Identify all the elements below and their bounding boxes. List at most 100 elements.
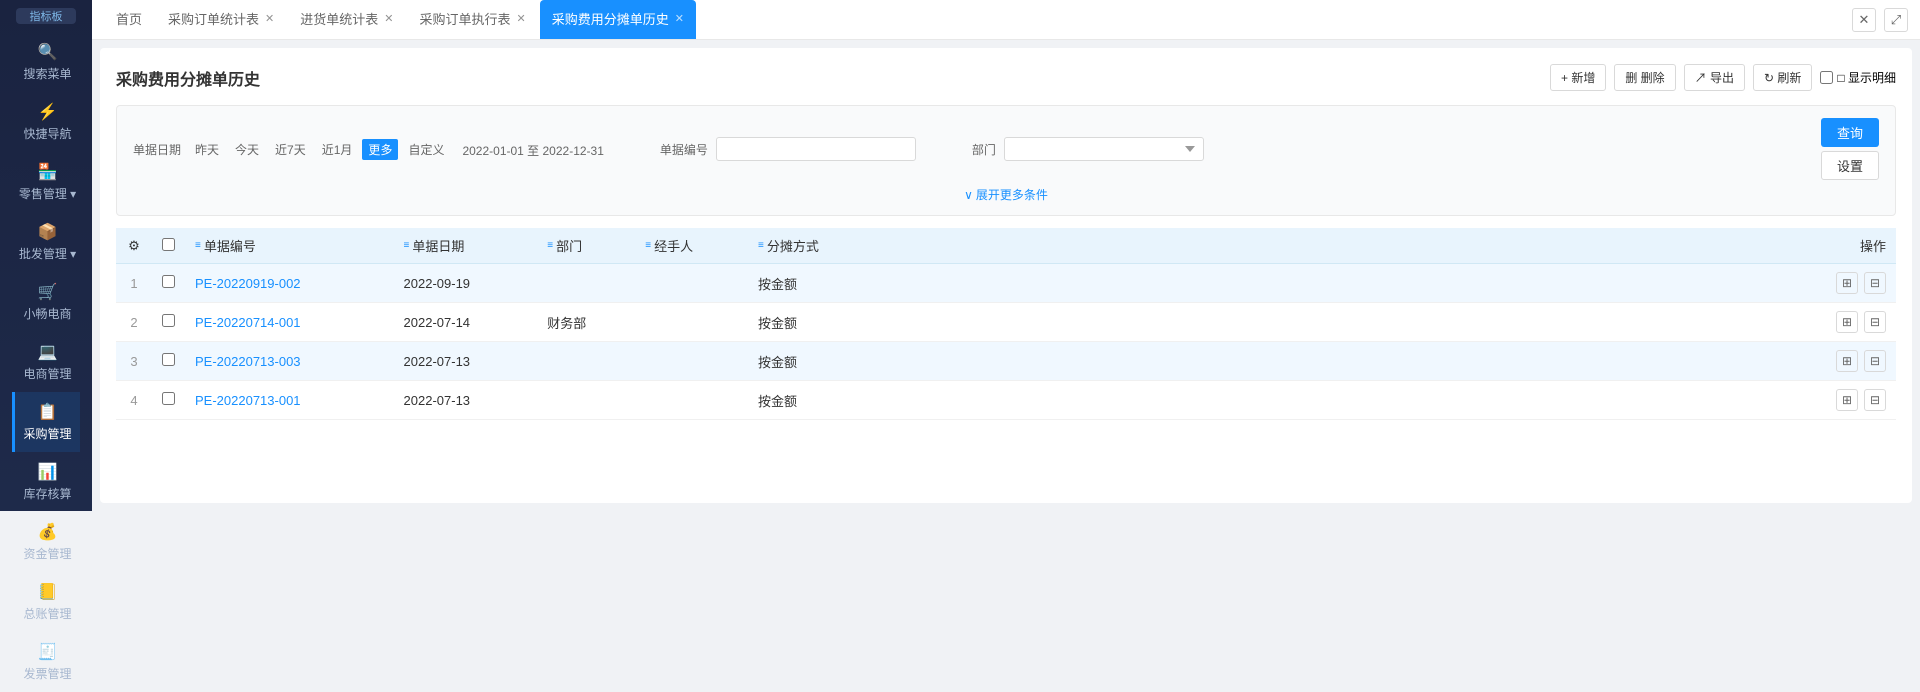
select-all-checkbox[interactable] <box>162 238 175 251</box>
row-edit-2[interactable]: ⊞ <box>1836 350 1858 372</box>
table-row: 1 PE-20220919-002 2022-09-19 按金额 ⊞ ⊟ <box>116 264 1896 303</box>
date-pill-today[interactable]: 今天 <box>229 139 265 160</box>
row-num: 2 <box>116 303 152 342</box>
sidebar-item-search[interactable]: 🔍 搜索菜单 <box>12 32 80 92</box>
sidebar-item-inventory[interactable]: 📊 库存核算 <box>12 452 80 512</box>
th-check <box>152 228 185 264</box>
row-checkbox-2[interactable] <box>162 353 175 366</box>
date-pill-7days[interactable]: 近7天 <box>269 139 312 160</box>
tab-cost-split-history[interactable]: 采购费用分摊单历史✕ <box>540 0 696 39</box>
row-more-0[interactable]: ⊟ <box>1864 272 1886 294</box>
sidebar-item-general-ledger[interactable]: 📒 总账管理 <box>12 572 80 632</box>
sidebar-item-label: 快捷导航 <box>23 125 71 142</box>
sidebar-item-quick-nav[interactable]: ⚡ 快捷导航 <box>12 92 80 152</box>
tab-purchase-summary[interactable]: 采购订单统计表✕ <box>156 0 286 39</box>
sidebar-item-invoice[interactable]: 🧾 发票管理 <box>12 632 80 692</box>
sidebar-item-label: 小畅电商 <box>23 305 71 322</box>
row-actions: ⊞ ⊟ <box>1816 381 1896 420</box>
ecommerce-icon: 💻 <box>38 342 58 362</box>
search-area: 单据日期 昨天 今天 近7天 近1月 更多 自定义 2022-01-01 至 2… <box>116 105 1896 216</box>
date-pill-more[interactable]: 更多 <box>362 139 398 160</box>
row-dept: 财务部 <box>537 303 635 342</box>
doc-no-link-1[interactable]: PE-20220714-001 <box>195 315 301 330</box>
close-tab-button[interactable]: ✕ <box>1852 8 1876 32</box>
add-button[interactable]: + 新增 <box>1550 64 1606 91</box>
tab-close-purchase-summary[interactable]: ✕ <box>265 12 274 25</box>
row-split-method: 按金额 <box>748 303 1816 342</box>
table-header: ⚙ ≡单据编号 ≡单据日期 ≡部门 <box>116 228 1896 264</box>
tab-home[interactable]: 首页 <box>104 0 154 39</box>
toolbar: + 新增 删 删除 ↗ 导出 ↻ 刷新 □ 显示明细 <box>1550 64 1896 91</box>
export-button[interactable]: ↗ 导出 <box>1684 64 1745 91</box>
doc-no-link-2[interactable]: PE-20220713-003 <box>195 354 301 369</box>
row-more-2[interactable]: ⊟ <box>1864 350 1886 372</box>
maximize-button[interactable]: ⤢ <box>1884 8 1908 32</box>
table-row: 3 PE-20220713-003 2022-07-13 按金额 ⊞ ⊟ <box>116 342 1896 381</box>
delete-button[interactable]: 删 删除 <box>1614 64 1675 91</box>
row-check <box>152 381 185 420</box>
settings-button[interactable]: 设置 <box>1821 151 1879 180</box>
expand-conditions-button[interactable]: ∨ 展开更多条件 <box>964 186 1048 203</box>
sidebar-item-label: 发票管理 <box>23 665 71 682</box>
sidebar-item-purchase[interactable]: 📋 采购管理 <box>12 392 80 452</box>
row-dept <box>537 342 635 381</box>
th-gear[interactable]: ⚙ <box>116 228 152 264</box>
th-doc-no[interactable]: ≡单据编号 <box>185 228 394 264</box>
th-doc-date[interactable]: ≡单据日期 <box>394 228 538 264</box>
date-search-field: 单据日期 昨天 今天 近7天 近1月 更多 自定义 2022-01-01 至 2… <box>133 139 604 160</box>
row-dept <box>537 381 635 420</box>
page-header: 采购费用分摊单历史 + 新增 删 删除 ↗ 导出 ↻ 刷新 □ 显示明细 <box>116 64 1896 91</box>
row-more-3[interactable]: ⊟ <box>1864 389 1886 411</box>
row-handler <box>635 303 748 342</box>
tab-incoming-summary[interactable]: 进货单统计表 ✕ <box>288 0 405 39</box>
page-content: 采购费用分摊单历史 + 新增 删 删除 ↗ 导出 ↻ 刷新 □ 显示明细 单据日… <box>100 48 1912 503</box>
sidebar-item-retail[interactable]: 🏪 零售管理 ▾ <box>12 152 80 212</box>
row-num: 3 <box>116 342 152 381</box>
main-area: 首页采购订单统计表✕进货单统计表✕采购订单执行表✕采购费用分摊单历史✕ ✕ ⤢ … <box>92 0 1920 511</box>
date-pill-1month[interactable]: 近1月 <box>316 139 359 160</box>
table-container: ⚙ ≡单据编号 ≡单据日期 ≡部门 <box>116 228 1896 487</box>
dept-select[interactable]: 财务部 <box>1004 137 1204 161</box>
row-checkbox-0[interactable] <box>162 275 175 288</box>
doc-no-input[interactable] <box>716 137 916 161</box>
sidebar-item-wholesale[interactable]: 📦 批发管理 ▾ <box>12 212 80 272</box>
sidebar-item-finance[interactable]: 💰 资金管理 <box>12 512 80 572</box>
row-doc-no: PE-20220919-002 <box>185 264 394 303</box>
row-edit-1[interactable]: ⊞ <box>1836 311 1858 333</box>
row-checkbox-3[interactable] <box>162 392 175 405</box>
date-pill-yesterday[interactable]: 昨天 <box>189 139 225 160</box>
row-dept <box>537 264 635 303</box>
doc-no-link-0[interactable]: PE-20220919-002 <box>195 276 301 291</box>
sidebar-item-label: 库存核算 <box>23 485 71 502</box>
th-dept[interactable]: ≡部门 <box>537 228 635 264</box>
search-button[interactable]: 查询 <box>1821 118 1879 147</box>
row-more-1[interactable]: ⊟ <box>1864 311 1886 333</box>
tab-label: 进货单统计表 <box>300 9 378 28</box>
finance-icon: 💰 <box>38 522 58 542</box>
tab-close-cost-split-history[interactable]: ✕ <box>675 12 684 25</box>
tab-close-incoming-summary[interactable]: ✕ <box>384 12 393 25</box>
tab-purchase-exec[interactable]: 采购订单执行表✕ <box>407 0 537 39</box>
refresh-button[interactable]: ↻ 刷新 <box>1753 64 1812 91</box>
row-edit-3[interactable]: ⊞ <box>1836 389 1858 411</box>
tab-actions: ✕ ⤢ <box>1852 8 1908 32</box>
date-pill-custom[interactable]: 自定义 <box>402 139 450 160</box>
show-columns-checkbox[interactable] <box>1820 71 1833 84</box>
doc-no-link-3[interactable]: PE-20220713-001 <box>195 393 301 408</box>
th-split-method[interactable]: ≡分摊方式 <box>748 228 1816 264</box>
sidebar-item-label: 电商管理 <box>23 365 71 382</box>
table-row: 4 PE-20220713-001 2022-07-13 按金额 ⊞ ⊟ <box>116 381 1896 420</box>
row-handler <box>635 381 748 420</box>
tab-close-purchase-exec[interactable]: ✕ <box>517 12 526 25</box>
row-check <box>152 303 185 342</box>
row-edit-0[interactable]: ⊞ <box>1836 272 1858 294</box>
tab-bar: 首页采购订单统计表✕进货单统计表✕采购订单执行表✕采购费用分摊单历史✕ ✕ ⤢ <box>92 0 1920 40</box>
show-columns-label[interactable]: □ 显示明细 <box>1820 69 1896 86</box>
th-handler[interactable]: ≡经手人 <box>635 228 748 264</box>
sidebar-item-mini-shop[interactable]: 🛒 小畅电商 <box>12 272 80 332</box>
dept-field: 部门 财务部 <box>972 137 1204 161</box>
sidebar-item-ecommerce[interactable]: 💻 电商管理 <box>12 332 80 392</box>
row-check <box>152 264 185 303</box>
sidebar-item-label: 总账管理 <box>23 605 71 622</box>
row-checkbox-1[interactable] <box>162 314 175 327</box>
